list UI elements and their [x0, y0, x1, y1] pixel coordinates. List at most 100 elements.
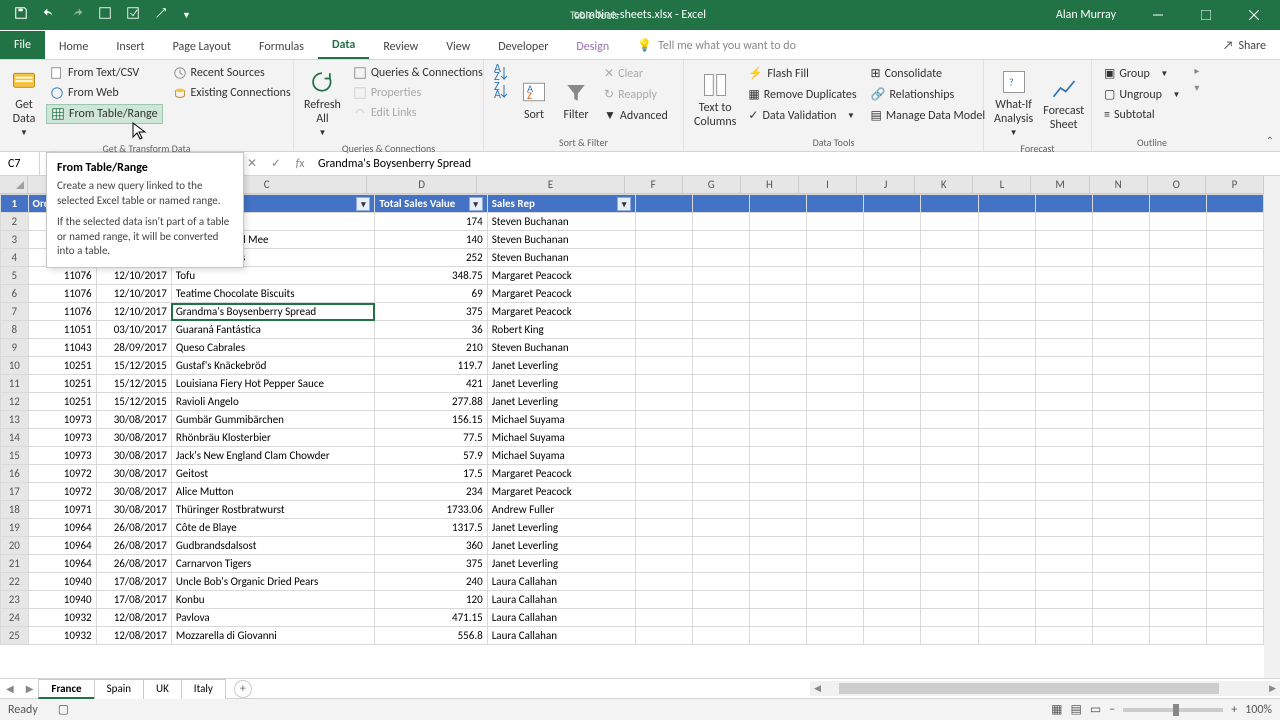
zoom-level[interactable]: 100% [1245, 703, 1272, 717]
collapse-ribbon-icon[interactable]: ⌃ [1266, 134, 1274, 147]
from-web-button[interactable]: From Web [46, 84, 163, 102]
forecast-sheet-button[interactable]: Forecast Sheet [1041, 64, 1086, 142]
edit-links-button[interactable]: Edit Links [349, 104, 487, 122]
enter-formula-icon[interactable]: ✓ [264, 156, 288, 171]
tab-design[interactable]: Design [562, 34, 623, 59]
table-row[interactable]: 81105103/10/2017Guaraná Fantástica36Robe… [1, 321, 1264, 339]
sheet-tab[interactable]: UK [143, 679, 182, 699]
column-header[interactable]: L [973, 176, 1031, 193]
sort-za-button[interactable]: ZA [492, 82, 510, 100]
from-table-range-button[interactable]: From Table/Range [46, 104, 163, 124]
hide-detail-icon[interactable]: ▾ [1194, 81, 1199, 94]
column-header[interactable]: P [1206, 176, 1264, 193]
consolidate-button[interactable]: ⊞Consolidate [867, 64, 990, 83]
table-row[interactable]: 131097330/08/2017Gumbär Gummibärchen156.… [1, 411, 1264, 429]
tab-insert[interactable]: Insert [102, 34, 158, 59]
filter-button[interactable]: Filter [558, 64, 594, 136]
table-row[interactable]: 221094017/08/2017Uncle Bob's Organic Dri… [1, 573, 1264, 591]
redo-icon[interactable] [70, 6, 84, 24]
advanced-filter-button[interactable]: ▼Advanced [600, 106, 672, 125]
queries-connections-button[interactable]: Queries & Connections [349, 64, 487, 82]
sheet-tab[interactable]: Italy [181, 679, 226, 699]
flash-fill-button[interactable]: ⚡Flash Fill [744, 64, 860, 83]
text-to-columns-button[interactable]: Text to Columns [692, 64, 738, 136]
table-row[interactable]: 111025115/12/2015Louisiana Fiery Hot Pep… [1, 375, 1264, 393]
table-row[interactable]: 141097330/08/2017Rhönbräu Klosterbier77.… [1, 429, 1264, 447]
reapply-button[interactable]: ↻Reapply [600, 85, 672, 104]
table-row[interactable]: 171097230/08/2017Alice Mutton234Margaret… [1, 483, 1264, 501]
page-layout-view-icon[interactable]: ▤ [1071, 702, 1082, 717]
minimize-button[interactable] [1140, 0, 1176, 30]
column-header[interactable]: H [741, 176, 799, 193]
add-sheet-button[interactable]: + [234, 680, 252, 698]
from-text-csv-button[interactable]: From Text/CSV [46, 64, 163, 82]
column-header[interactable]: N [1090, 176, 1148, 193]
sheet-tab[interactable]: France [38, 679, 94, 699]
page-break-view-icon[interactable]: ▭ [1090, 702, 1101, 717]
table-row[interactable]: 231094017/08/2017Konbu120Laura Callahan [1, 591, 1264, 609]
sheet-nav-prev[interactable]: ◀ [0, 682, 20, 695]
ungroup-button[interactable]: ▢Ungroup ▼ [1100, 85, 1184, 104]
table-row[interactable]: 181097130/08/2017Thüringer Rostbratwurst… [1, 501, 1264, 519]
column-header[interactable]: G [683, 176, 741, 193]
tell-me-search[interactable]: 💡 Tell me what you want to do [623, 32, 810, 59]
sheet-tab[interactable]: Spain [94, 679, 144, 699]
tab-home[interactable]: Home [45, 34, 102, 59]
table-row[interactable]: 101025115/12/2015Gustaf's Knäckebröd119.… [1, 357, 1264, 375]
tab-developer[interactable]: Developer [484, 34, 562, 59]
column-header[interactable]: O [1148, 176, 1206, 193]
group-button[interactable]: ▣Group ▼ [1100, 64, 1184, 83]
properties-button[interactable]: Properties [349, 84, 487, 102]
formula-input[interactable]: Grandma's Boysenberry Spread [312, 157, 477, 171]
column-header[interactable]: F [625, 176, 683, 193]
remove-duplicates-button[interactable]: ▦Remove Duplicates [744, 85, 860, 104]
column-header[interactable]: E [477, 176, 624, 193]
tab-data[interactable]: Data [318, 32, 369, 59]
table-row[interactable]: 91104328/09/2017Queso Cabrales210Steven … [1, 339, 1264, 357]
manage-data-model-button[interactable]: ▤Manage Data Model [867, 106, 990, 125]
clear-filter-button[interactable]: ✕Clear [600, 64, 672, 83]
table-row[interactable]: 251093212/08/2017Mozzarella di Giovanni5… [1, 627, 1264, 645]
select-all-corner[interactable] [0, 176, 28, 194]
macro-record-icon[interactable]: ▢ [58, 702, 69, 717]
table-row[interactable]: 201096426/08/2017Gudbrandsdalsost360Jane… [1, 537, 1264, 555]
sort-az-button[interactable]: AZ [492, 64, 510, 82]
table-row[interactable]: 61107612/10/2017Teatime Chocolate Biscui… [1, 285, 1264, 303]
sheet-nav-next[interactable]: ▶ [20, 682, 40, 695]
user-name[interactable]: Alan Murray [1056, 8, 1116, 22]
tab-view[interactable]: View [432, 34, 484, 59]
close-button[interactable] [1236, 0, 1272, 30]
fx-icon[interactable]: fx [288, 157, 312, 171]
table-row[interactable]: 51107612/10/2017Tofu348.75Margaret Peaco… [1, 267, 1264, 285]
tab-formulas[interactable]: Formulas [245, 34, 318, 59]
get-data-button[interactable]: Get Data▼ [8, 64, 40, 142]
table-row[interactable]: 121025115/12/2015Ravioli Angelo277.88Jan… [1, 393, 1264, 411]
column-header[interactable]: J [857, 176, 915, 193]
undo-icon[interactable] [42, 6, 56, 24]
table-row[interactable]: 241093212/08/2017Pavlova471.15Laura Call… [1, 609, 1264, 627]
tab-page-layout[interactable]: Page Layout [159, 34, 245, 59]
table-row[interactable]: 161097230/08/2017Geitost17.5Margaret Pea… [1, 465, 1264, 483]
qat-icon[interactable] [126, 6, 140, 24]
table-row[interactable]: 191096426/08/2017Côte de Blaye1317.5Jane… [1, 519, 1264, 537]
existing-connections-button[interactable]: Existing Connections [169, 84, 295, 102]
table-row[interactable]: 211096426/08/2017Carnarvon Tigers375Jane… [1, 555, 1264, 573]
qat-icon[interactable] [98, 6, 112, 24]
horizontal-scrollbar[interactable]: ◀ ▶ [810, 681, 1280, 696]
data-validation-button[interactable]: ✓Data Validation ▼ [744, 106, 860, 125]
vertical-scrollbar[interactable] [1264, 176, 1280, 678]
table-row[interactable]: 71107612/10/2017Grandma's Boysenberry Sp… [1, 303, 1264, 321]
name-box[interactable]: C7 [0, 152, 40, 175]
table-row[interactable]: 151097330/08/2017Jack's New England Clam… [1, 447, 1264, 465]
share-button[interactable]: ↗ Share [1209, 33, 1280, 59]
what-if-button[interactable]: ? What-If Analysis▼ [992, 64, 1035, 142]
sort-button[interactable]: AZ Sort [516, 64, 552, 136]
qat-more-icon[interactable]: ▼ [182, 10, 191, 21]
zoom-slider[interactable] [1123, 708, 1223, 712]
relationships-button[interactable]: 🔗Relationships [867, 85, 990, 104]
normal-view-icon[interactable]: ▦ [1051, 702, 1062, 717]
recent-sources-button[interactable]: Recent Sources [169, 64, 295, 82]
zoom-out-button[interactable]: − [1109, 703, 1115, 717]
column-header[interactable]: D [367, 176, 477, 193]
save-icon[interactable] [14, 6, 28, 24]
